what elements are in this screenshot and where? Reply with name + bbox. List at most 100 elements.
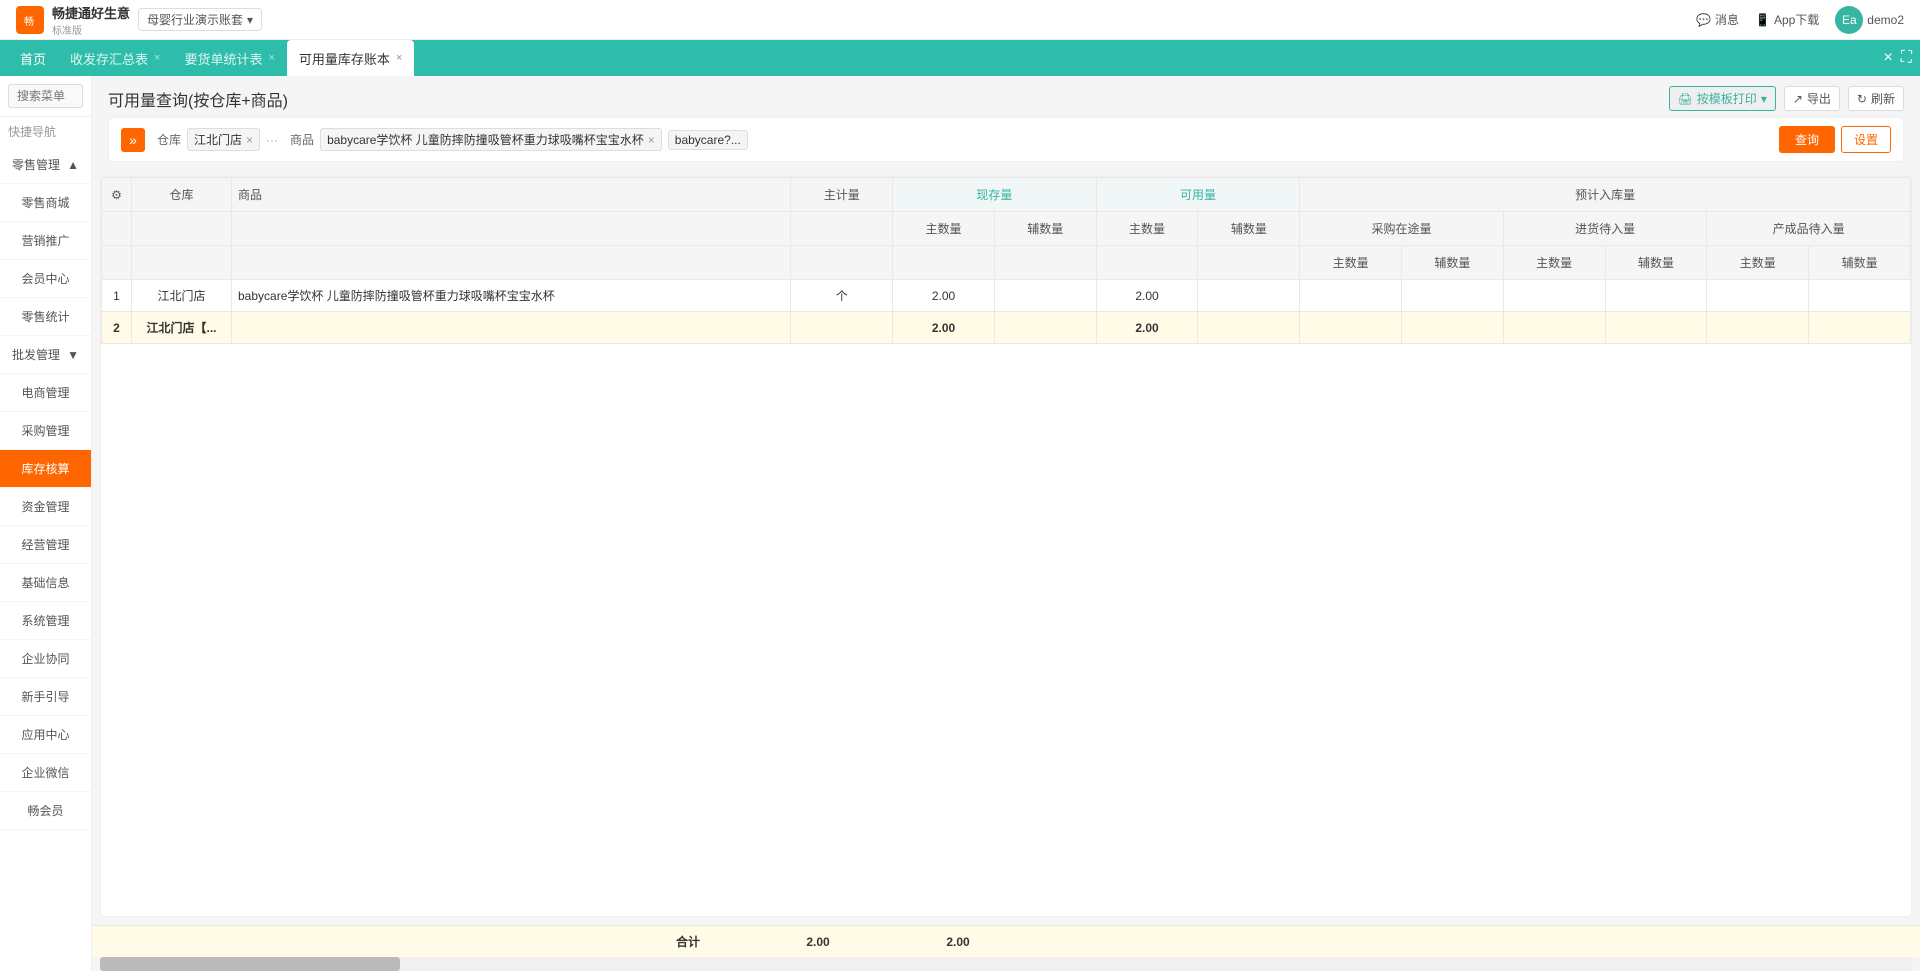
warehouse-tag-close[interactable]: × — [246, 133, 253, 147]
search-input[interactable] — [8, 84, 83, 108]
fullscreen-button[interactable]: ⛶ — [1901, 49, 1912, 67]
product-filter-label: 商品 — [290, 131, 314, 148]
user-profile[interactable]: Ea demo2 — [1835, 6, 1904, 34]
app-subtitle: 标准版 — [52, 22, 130, 37]
col-finished-sub: 辅数量 — [1809, 246, 1911, 280]
row1-finished-main — [1707, 280, 1809, 312]
col-warehouse-header2 — [132, 212, 232, 246]
col-empty — [102, 212, 132, 246]
row1-purchase-main — [1300, 280, 1402, 312]
sidebar-item-member-center[interactable]: 会员中心 — [0, 260, 91, 298]
row1-index: 1 — [102, 280, 132, 312]
sidebar-item-enterprise-wechat[interactable]: 企业微信 — [0, 754, 91, 792]
tab-close-receive-summary[interactable]: × — [154, 52, 160, 64]
row2-product — [232, 312, 791, 344]
industry-selector[interactable]: 母婴行业演示账套 ▾ — [138, 8, 262, 31]
col-warehouse-header: 仓库 — [132, 178, 232, 212]
tab-order-stats[interactable]: 要货单统计表 × — [172, 40, 286, 76]
sidebar-item-wholesale-mgmt[interactable]: 批发管理 ▼ — [0, 336, 91, 374]
tab-close-available-stock[interactable]: × — [396, 52, 402, 64]
enterprise-wechat-label: 企业微信 — [21, 764, 69, 781]
sidebar-item-retail-mall[interactable]: 零售商城 — [0, 184, 91, 222]
top-bar-right: 💬 消息 📱 App下载 Ea demo2 — [1696, 6, 1904, 34]
sidebar-item-app-center[interactable]: 应用中心 — [0, 716, 91, 754]
tab-home[interactable]: 首页 — [8, 40, 58, 76]
tab-close-order-stats[interactable]: × — [268, 52, 274, 64]
sub-empty3 — [232, 246, 791, 280]
row2-incoming-main — [1503, 312, 1605, 344]
horizontal-scrollbar[interactable] — [100, 957, 1912, 971]
col-product-header: 商品 — [232, 178, 791, 212]
basic-info-label: 基础信息 — [21, 574, 69, 591]
app-title-block: 畅捷通好生意 标准版 — [52, 3, 130, 37]
main-layout: 快捷导航 零售管理 ▲ 零售商城 营销推广 会员中心 零售统计 批发管理 ▼ 电… — [0, 76, 1920, 971]
filter-toggle-button[interactable]: » — [121, 128, 145, 152]
export-button[interactable]: ↗ 导出 — [1784, 86, 1840, 111]
sidebar-item-inventory-check[interactable]: 库存核算 — [0, 450, 91, 488]
row2-finished-main — [1707, 312, 1809, 344]
sidebar-item-marketing[interactable]: 营销推广 — [0, 222, 91, 260]
sidebar-item-retail-mgmt[interactable]: 零售管理 ▲ — [0, 146, 91, 184]
export-icon: ↗ — [1793, 92, 1803, 106]
row2-available-main: 2.00 — [1096, 312, 1198, 344]
col-gear[interactable]: ⚙ — [102, 178, 132, 212]
filter-bar-wrapper: » 仓库 江北门店 × ··· 商品 babycare学饮杯 儿童防摔防撞吸管杯… — [92, 117, 1920, 168]
filter-settings-button[interactable]: 设置 — [1841, 126, 1891, 153]
table-header-detail-row: 主数量 辅数量 主数量 辅数量 采购在途量 进货待入量 产成品待入量 — [102, 212, 1911, 246]
app-download-button[interactable]: 📱 App下载 — [1755, 11, 1819, 28]
row1-incoming-sub — [1605, 280, 1707, 312]
sidebar-item-new-guide[interactable]: 新手引导 — [0, 678, 91, 716]
scrollbar-thumb[interactable] — [100, 957, 400, 971]
row1-stock-sub — [994, 280, 1096, 312]
col-purchase-transit-main-header: 采购在途量 — [1300, 212, 1504, 246]
table-header-group-row: ⚙ 仓库 商品 主计量 现存量 可用量 预计入库量 — [102, 178, 1911, 212]
quick-nav-label: 快捷导航 — [0, 117, 91, 146]
tab-available-stock[interactable]: 可用量库存账本 × — [287, 40, 414, 76]
sidebar-item-vip-member[interactable]: 畅会员 — [0, 792, 91, 830]
sidebar-item-enterprise-collab[interactable]: 企业协同 — [0, 640, 91, 678]
row1-available-main: 2.00 — [1096, 280, 1198, 312]
sub-empty2 — [132, 246, 232, 280]
row2-finished-sub — [1809, 312, 1911, 344]
col-product-header2 — [232, 212, 791, 246]
app-title: 畅捷通好生意 — [52, 3, 130, 22]
row1-unit: 个 — [791, 280, 893, 312]
sub-empty1 — [102, 246, 132, 280]
operations-mgmt-label: 经营管理 — [21, 536, 69, 553]
filter-bar: » 仓库 江北门店 × ··· 商品 babycare学饮杯 儿童防摔防撞吸管杯… — [108, 117, 1904, 162]
message-button[interactable]: 💬 消息 — [1696, 11, 1739, 28]
sidebar-item-system-mgmt[interactable]: 系统管理 — [0, 602, 91, 640]
order-stats-tab-label: 要货单统计表 — [184, 49, 262, 68]
product-tag1-close[interactable]: × — [648, 133, 655, 147]
tab-receive-summary[interactable]: 收发存汇总表 × — [58, 40, 172, 76]
sidebar-item-purchase-mgmt[interactable]: 采购管理 — [0, 412, 91, 450]
sidebar-item-finance-mgmt[interactable]: 资金管理 — [0, 488, 91, 526]
refresh-icon: ↻ — [1857, 92, 1867, 106]
row2-available-sub — [1198, 312, 1300, 344]
retail-mall-label: 零售商城 — [21, 194, 69, 211]
page-header: 可用量查询(按仓库+商品) 🖨 按模板打印 ▾ ↗ 导出 ↻ 刷新 — [92, 76, 1920, 117]
warehouse-filter-field: 仓库 江北门店 × ··· — [157, 128, 278, 151]
warehouse-filter-more[interactable]: ··· — [266, 133, 278, 147]
row1-product: babycare学饮杯 儿童防摔防撞吸管杯重力球吸嘴杯宝宝水杯 — [232, 280, 791, 312]
table-header-sub-row: 主数量 辅数量 主数量 辅数量 主数量 辅数量 — [102, 246, 1911, 280]
content-area: 可用量查询(按仓库+商品) 🖨 按模板打印 ▾ ↗ 导出 ↻ 刷新 — [92, 76, 1920, 971]
close-all-tabs-button[interactable]: × — [1883, 49, 1892, 67]
sidebar-item-ecommerce-mgmt[interactable]: 电商管理 — [0, 374, 91, 412]
sidebar-item-operations-mgmt[interactable]: 经营管理 — [0, 526, 91, 564]
col-available-group: 可用量 — [1096, 178, 1300, 212]
sidebar-item-retail-stats[interactable]: 零售统计 — [0, 298, 91, 336]
col-incoming-sub: 辅数量 — [1605, 246, 1707, 280]
data-table: ⚙ 仓库 商品 主计量 现存量 可用量 预计入库量 主数量 — [101, 177, 1911, 344]
message-icon: 💬 — [1696, 13, 1711, 27]
row2-purchase-main — [1300, 312, 1402, 344]
enterprise-collab-label: 企业协同 — [21, 650, 69, 667]
template-print-button[interactable]: 🖨 按模板打印 ▾ — [1669, 86, 1776, 111]
row1-stock-main: 2.00 — [893, 280, 995, 312]
refresh-button[interactable]: ↻ 刷新 — [1848, 86, 1904, 111]
retail-mgmt-label: 零售管理 — [12, 156, 60, 173]
query-button[interactable]: 查询 — [1779, 126, 1835, 153]
gear-icon: ⚙ — [111, 188, 122, 202]
tab-bar: 首页 收发存汇总表 × 要货单统计表 × 可用量库存账本 × × ⛶ — [0, 40, 1920, 76]
sidebar-item-basic-info[interactable]: 基础信息 — [0, 564, 91, 602]
